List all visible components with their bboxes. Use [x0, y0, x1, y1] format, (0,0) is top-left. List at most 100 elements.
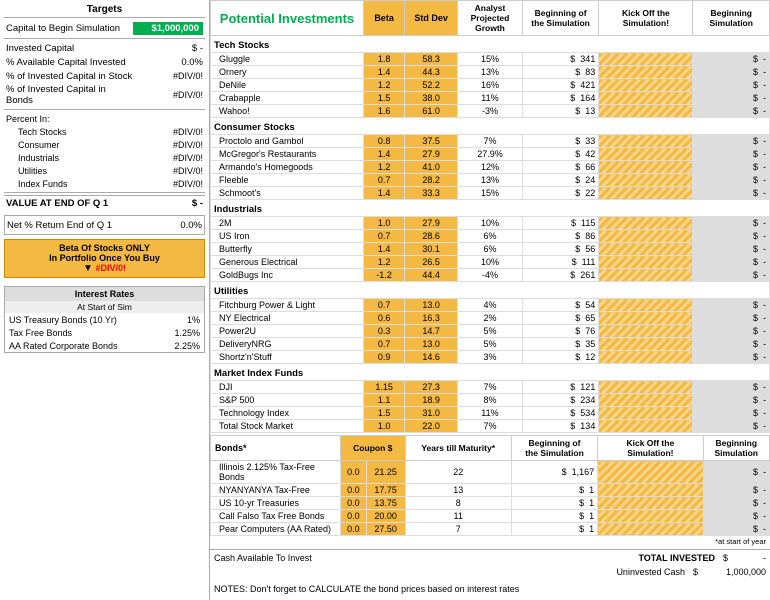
notes-section: NOTES: Don't forget to CALCULATE the bon…: [210, 578, 770, 600]
total-invested-group: TOTAL INVESTED $ -: [638, 553, 766, 563]
stock-kickoff[interactable]: [599, 105, 693, 118]
bond-kickoff[interactable]: [598, 461, 703, 484]
stock-name: US Iron: [211, 230, 364, 243]
stock-beta: 0.3: [363, 325, 404, 338]
invested-capital-row: Invested Capital $ -: [4, 41, 205, 55]
stock-kickoff[interactable]: [599, 174, 693, 187]
stock-kickoff[interactable]: [599, 135, 693, 148]
bond-coupon[interactable]: 0.0: [341, 484, 367, 497]
bond-coupon[interactable]: 0.0: [341, 461, 367, 484]
bond-coupon[interactable]: 0.0: [341, 523, 367, 536]
stock-bos: $ 65: [522, 312, 598, 325]
stock-kickoff[interactable]: [599, 53, 693, 66]
total-invested-value: -: [736, 553, 766, 563]
pct-in-bonds-label: % of Invested Capital in Bonds: [6, 84, 133, 106]
capital-value: $1,000,000: [133, 22, 203, 35]
uninvested-cash-dollar: $: [693, 567, 698, 577]
stock-kickoff[interactable]: [599, 351, 693, 364]
percent-in-label: Percent In:: [6, 114, 50, 124]
uninvested-cash-label: Uninvested Cash: [616, 567, 685, 577]
stock-std: 22.0: [405, 420, 458, 433]
stock-kickoff[interactable]: [599, 187, 693, 200]
bond-row: Pear Computers (AA Rated) 0.0 27.50 7 $ …: [211, 523, 770, 536]
stock-name: 2M: [211, 217, 364, 230]
stock-kickoff[interactable]: [599, 420, 693, 433]
table-row: US Iron 0.7 28.6 6% $ 86 $ -: [211, 230, 770, 243]
stock-beta: -1.2: [363, 269, 404, 282]
stock-bos: $ 12: [522, 351, 598, 364]
stock-kickoff[interactable]: [599, 338, 693, 351]
percent-item-value: #DIV/0!: [173, 153, 203, 163]
stock-bos: $ 76: [522, 325, 598, 338]
stock-kickoff[interactable]: [599, 312, 693, 325]
bond-coupon[interactable]: 0.0: [341, 497, 367, 510]
bond-begin: $ -: [703, 461, 770, 484]
interest-rate-row: US Treasury Bonds (10 Yr)1%: [5, 313, 204, 326]
bond-kickoff[interactable]: [598, 497, 703, 510]
stock-kickoff[interactable]: [599, 407, 693, 420]
stock-beta: 0.7: [363, 338, 404, 351]
beta-label: Beta Of Stocks ONLY: [9, 243, 200, 253]
section-name: Tech Stocks: [211, 36, 770, 53]
stock-kickoff[interactable]: [599, 92, 693, 105]
value-at-end-value: $ -: [192, 198, 203, 209]
stock-std: 38.0: [405, 92, 458, 105]
table-row: S&P 500 1.1 18.9 8% $ 234 $ -: [211, 394, 770, 407]
stock-analyst: 10%: [458, 217, 523, 230]
stock-kickoff[interactable]: [599, 243, 693, 256]
bond-kickoff[interactable]: [598, 523, 703, 536]
stock-kickoff[interactable]: [599, 381, 693, 394]
bond-kickoff[interactable]: [598, 484, 703, 497]
stock-begin: $ -: [693, 148, 770, 161]
stock-name: NY Electrical: [211, 312, 364, 325]
stock-kickoff[interactable]: [599, 299, 693, 312]
percent-item-value: #DIV/0!: [173, 140, 203, 150]
stock-kickoff[interactable]: [599, 256, 693, 269]
bond-years-maturity: 22: [405, 461, 511, 484]
bond-row: NYANYANYA Tax-Free 0.0 17.75 13 $ 1 $ -: [211, 484, 770, 497]
stock-begin: $ -: [693, 161, 770, 174]
pct-in-bonds-row: % of Invested Capital in Bonds #DIV/0!: [4, 83, 205, 107]
stock-analyst: 16%: [458, 79, 523, 92]
section-header-row: Industrials: [211, 200, 770, 217]
stock-bos: $ 35: [522, 338, 598, 351]
ir-value: 1%: [187, 315, 200, 325]
stock-kickoff[interactable]: [599, 148, 693, 161]
stock-analyst: 11%: [458, 92, 523, 105]
bonds-coupon-header: Coupon $: [341, 436, 406, 461]
bond-years-std: 13.75: [366, 497, 405, 510]
stock-name: Shortz'n'Stuff: [211, 351, 364, 364]
section-header-row: Market Index Funds: [211, 364, 770, 381]
stock-kickoff[interactable]: [599, 325, 693, 338]
stock-kickoff[interactable]: [599, 230, 693, 243]
stock-kickoff[interactable]: [599, 161, 693, 174]
stock-kickoff[interactable]: [599, 66, 693, 79]
bond-coupon[interactable]: 0.0: [341, 510, 367, 523]
ir-label: AA Rated Corporate Bonds: [9, 341, 118, 351]
bond-row: US 10-yr Treasuries 0.0 13.75 8 $ 1 $ -: [211, 497, 770, 510]
stock-kickoff[interactable]: [599, 394, 693, 407]
stock-std: 13.0: [405, 338, 458, 351]
stock-begin: $ -: [693, 135, 770, 148]
stock-beta: 1.4: [363, 243, 404, 256]
at-start-note: *at start of year: [210, 536, 770, 547]
stock-beta: 0.9: [363, 351, 404, 364]
stock-std: 37.5: [405, 135, 458, 148]
stock-kickoff[interactable]: [599, 79, 693, 92]
stock-kickoff[interactable]: [599, 269, 693, 282]
percent-item: Index Funds#DIV/0!: [4, 177, 205, 190]
interest-rate-row: AA Rated Corporate Bonds2.25%: [5, 339, 204, 352]
th-begin: BeginningSimulation: [693, 1, 770, 36]
table-row: McGregor's Restaurants 1.4 27.9 27.9% $ …: [211, 148, 770, 161]
section-name: Industrials: [211, 200, 770, 217]
table-row: Proctolo and Gambol 0.8 37.5 7% $ 33 $ -: [211, 135, 770, 148]
stock-analyst: 5%: [458, 325, 523, 338]
stock-std: 27.3: [405, 381, 458, 394]
bond-kickoff[interactable]: [598, 510, 703, 523]
stock-bos: $ 33: [522, 135, 598, 148]
stock-analyst: 27.9%: [458, 148, 523, 161]
stock-beta: 0.6: [363, 312, 404, 325]
stock-bos: $ 115: [522, 217, 598, 230]
stock-kickoff[interactable]: [599, 217, 693, 230]
beta-section: Beta Of Stocks ONLY In Portfolio Once Yo…: [4, 239, 205, 278]
